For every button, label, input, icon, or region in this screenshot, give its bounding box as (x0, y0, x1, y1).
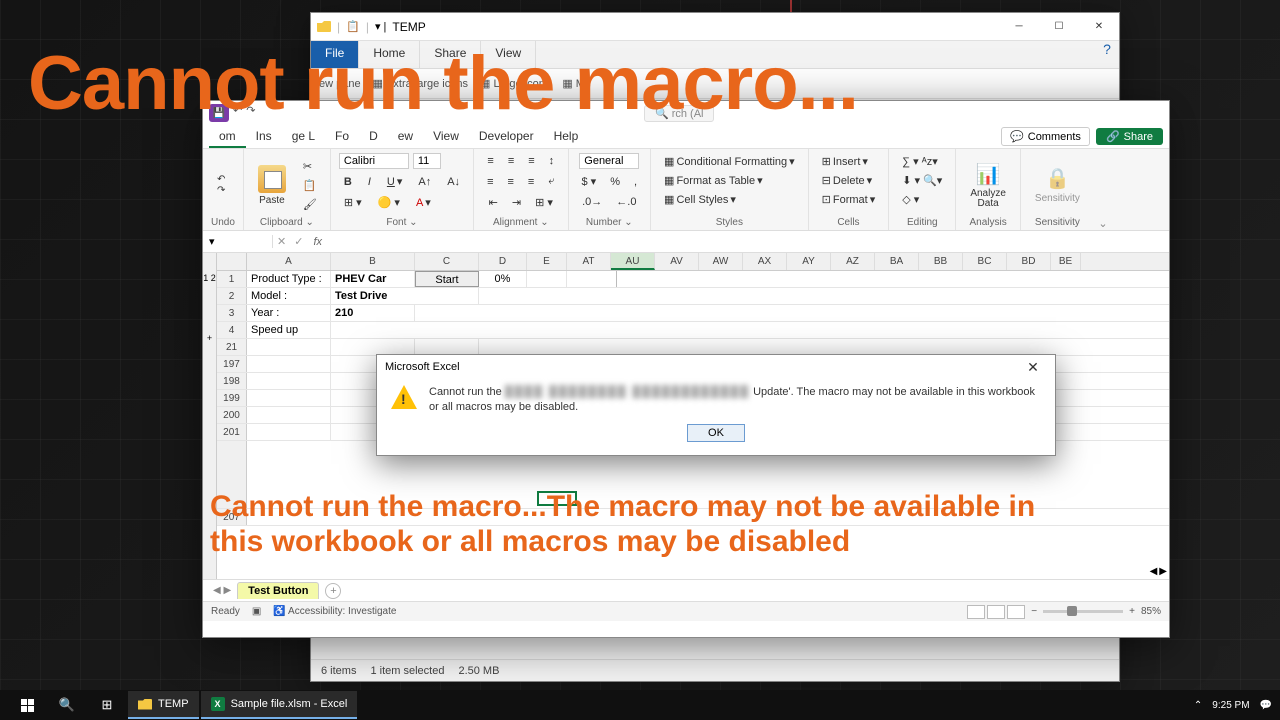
clock[interactable]: 9:25 PM (1212, 700, 1249, 711)
start-button[interactable] (8, 690, 46, 720)
column-headers[interactable]: A B C D E AT AU AV AW AX AY AZ BA BB BC … (217, 253, 1169, 271)
insert-cells[interactable]: ⊞ Insert ▾ (817, 153, 873, 170)
ok-button[interactable]: OK (687, 424, 745, 442)
zoom-in[interactable]: + (1129, 606, 1135, 617)
formula-bar: ▾ ✕ ✓ fx (203, 231, 1169, 253)
paste-button[interactable]: Paste (252, 163, 292, 208)
explorer-titlebar[interactable]: | 📋 | ▾ | TEMP ─ ☐ ✕ (311, 13, 1119, 41)
tab-review[interactable]: ew (388, 125, 423, 148)
search-button[interactable]: 🔍 (48, 690, 86, 720)
item-count: 6 items (321, 665, 356, 677)
tab-view[interactable]: View (423, 125, 469, 148)
accessibility-status[interactable]: ♿ Accessibility: Investigate (273, 606, 396, 617)
explorer-title: TEMP (392, 20, 425, 34)
close-button[interactable]: ✕ (1079, 13, 1119, 41)
tab-data[interactable]: D (359, 125, 388, 148)
fx-label: fx (307, 236, 328, 248)
hscroll-arrows[interactable]: ◀▶ (1150, 566, 1167, 577)
start-button[interactable]: Start (415, 271, 479, 287)
selection-count: 1 item selected (370, 665, 444, 677)
tab-formulas[interactable]: Fo (325, 125, 359, 148)
taskbar-explorer[interactable]: TEMP (128, 691, 199, 719)
underline-button[interactable]: U ▾ (382, 173, 407, 190)
tab-pagelayout[interactable]: ge L (282, 125, 325, 148)
warning-icon (391, 385, 417, 411)
macro-icon[interactable]: ▣ (252, 606, 261, 617)
font-name[interactable]: Calibri (339, 153, 409, 169)
format-as-table[interactable]: ▦ Format as Table ▾ (659, 172, 768, 189)
cell-styles[interactable]: ▦ Cell Styles ▾ (659, 191, 741, 208)
tab-help[interactable]: Help (544, 125, 589, 148)
comments-button[interactable]: 💬 Comments (1001, 127, 1090, 146)
zoom-slider[interactable] (1043, 610, 1123, 613)
notifications-icon[interactable]: 💬 (1260, 700, 1272, 711)
add-sheet-button[interactable]: + (325, 583, 341, 599)
folder-icon (317, 21, 331, 32)
pagebreak-view-icon[interactable] (1007, 605, 1025, 619)
autosum[interactable]: ∑ ▾ ᴬz▾ (897, 153, 942, 170)
sheet-tab-active[interactable]: Test Button (237, 582, 319, 599)
excel-ribbon: ↶↷ Undo Paste ✂ 📋 🖌 Clipboard ⌄ Calibri … (203, 149, 1169, 231)
formatpainter-button[interactable]: 🖌 (298, 196, 322, 213)
error-dialog: Microsoft Excel ✕ Cannot run the ████ ██… (376, 354, 1056, 456)
cut-button[interactable]: ✂ (298, 158, 322, 175)
fill-button[interactable]: 🟡 ▾ (373, 194, 405, 211)
taskbar: 🔍 ⊞ TEMP XSample file.xlsm - Excel ⌃ 9:2… (0, 690, 1280, 720)
italic-button[interactable]: I (363, 173, 376, 190)
video-subtitle-overlay: Cannot run the macro...The macro may not… (210, 490, 1090, 559)
font-size[interactable]: 11 (413, 153, 441, 169)
analyze-data[interactable]: 📊AnalyzeData (964, 160, 1012, 211)
format-cells[interactable]: ⊡ Format ▾ (817, 191, 881, 208)
explorer-statusbar: 6 items 1 item selected 2.50 MB (311, 659, 1119, 681)
share-button[interactable]: 🔗 Share (1096, 128, 1163, 145)
selection-size: 2.50 MB (458, 665, 499, 677)
collapse-ribbon-icon[interactable]: ⌄ (1094, 149, 1112, 230)
excel-statusbar: Ready ▣ ♿ Accessibility: Investigate − +… (203, 601, 1169, 621)
normal-view-icon[interactable] (967, 605, 985, 619)
fontcolor-button[interactable]: A ▾ (411, 194, 436, 211)
clear[interactable]: ◇ ▾ (897, 191, 924, 208)
undo-button[interactable]: ↶↷ (211, 172, 231, 198)
tab-developer[interactable]: Developer (469, 125, 544, 148)
dialog-close-button[interactable]: ✕ (1019, 356, 1047, 378)
copy-button[interactable]: 📋 (298, 177, 322, 194)
video-title-overlay: Cannot run the macro... (28, 40, 858, 127)
zoom-level[interactable]: 85% (1141, 606, 1161, 617)
tab-insert[interactable]: Ins (246, 125, 282, 148)
conditional-formatting[interactable]: ▦ Conditional Formatting ▾ (659, 153, 800, 170)
help-icon[interactable]: ? (1095, 41, 1119, 68)
taskbar-excel[interactable]: XSample file.xlsm - Excel (201, 691, 358, 719)
tray-chevron-icon[interactable]: ⌃ (1194, 700, 1202, 711)
tab-home[interactable]: om (209, 125, 246, 148)
delete-cells[interactable]: ⊟ Delete ▾ (817, 172, 878, 189)
dialog-message: Cannot run the ████ ████████ ███████████… (429, 385, 1041, 416)
maximize-button[interactable]: ☐ (1039, 13, 1079, 41)
ready-status: Ready (211, 606, 240, 617)
sensitivity-button[interactable]: 🔒Sensitivity (1029, 164, 1086, 206)
zoom-out[interactable]: − (1031, 606, 1037, 617)
taskview-button[interactable]: ⊞ (88, 690, 126, 720)
minimize-button[interactable]: ─ (999, 13, 1039, 41)
border-button[interactable]: ⊞ ▾ (339, 194, 367, 211)
bold-button[interactable]: B (339, 173, 357, 190)
sheet-tabs: ◀ ▶ Test Button + (203, 579, 1169, 601)
number-format[interactable]: General (579, 153, 639, 169)
name-box[interactable]: ▾ (203, 235, 273, 248)
fill[interactable]: ⬇ ▾ 🔍▾ (897, 172, 947, 189)
pagelayout-view-icon[interactable] (987, 605, 1005, 619)
excel-ribbon-tabs: om Ins ge L Fo D ew View Developer Help … (203, 125, 1169, 149)
dialog-title: Microsoft Excel (385, 361, 460, 373)
